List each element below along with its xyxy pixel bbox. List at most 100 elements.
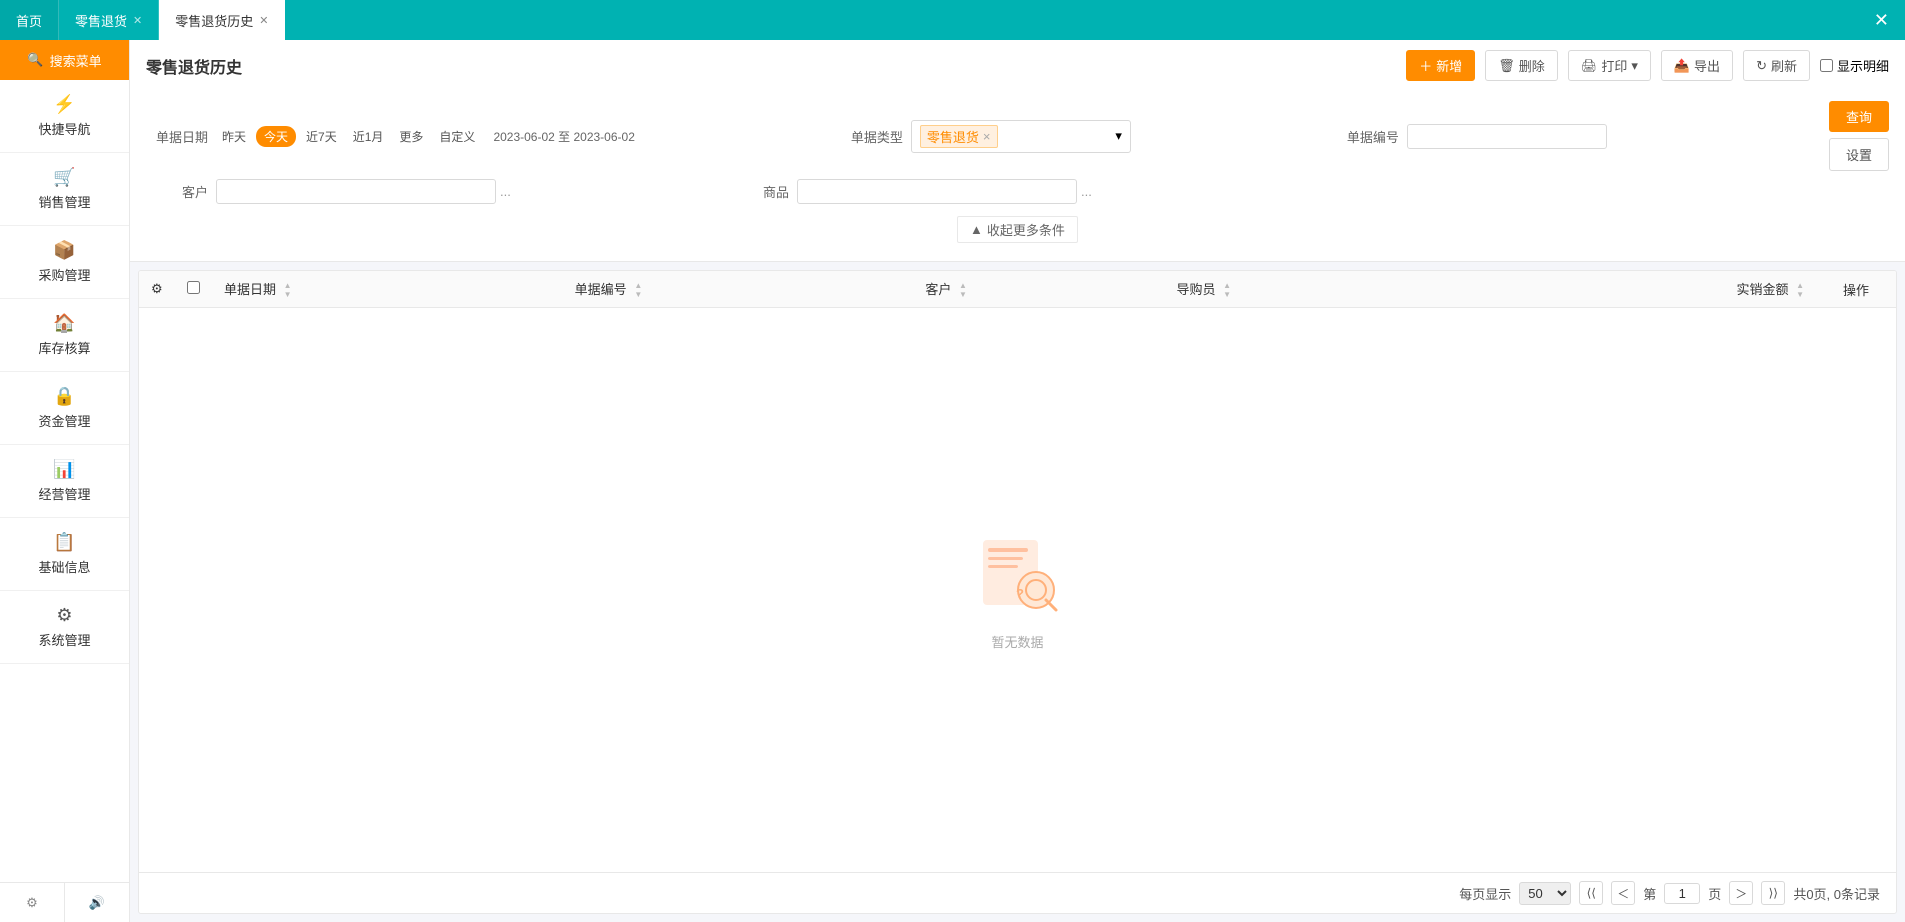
sort-number-icon[interactable]: ▲▼ (634, 282, 642, 299)
table-container: ⚙ 单据日期 ▲▼ (138, 270, 1897, 914)
delete-icon: 🗑 (1498, 58, 1515, 74)
date-today[interactable]: 今天 (256, 126, 296, 147)
sort-guide-icon[interactable]: ▲▼ (1223, 282, 1231, 299)
next-page-button[interactable]: ＞ (1729, 881, 1753, 905)
show-detail-checkbox-wrapper[interactable]: 显示明细 (1820, 56, 1889, 75)
sidebar-item-inventory[interactable]: 🏠 库存核算 (0, 299, 129, 372)
sidebar-search-label: 搜索菜单 (50, 51, 102, 70)
last-page-button[interactable]: ⟩⟩ (1761, 881, 1785, 905)
basic-info-icon: 📋 (53, 532, 75, 553)
th-date-label: 单据日期 (224, 282, 276, 297)
sidebar-item-system[interactable]: ⚙ 系统管理 (0, 591, 129, 664)
sort-customer-icon[interactable]: ▲▼ (959, 282, 967, 299)
tab-retail-return-label: 零售退货 (75, 11, 127, 30)
th-number-label: 单据编号 (575, 282, 627, 297)
collapse-bar: ▲ 收起更多条件 (146, 212, 1889, 251)
tab-retail-return-history-close[interactable]: ✕ (259, 14, 268, 27)
sidebar-sound-button[interactable]: 🔊 (65, 883, 129, 922)
date-yesterday[interactable]: 昨天 (216, 126, 252, 147)
number-label: 单据编号 (1337, 127, 1407, 146)
sidebar-item-basic-info[interactable]: 📋 基础信息 (0, 518, 129, 591)
query-button[interactable]: 查询 (1829, 101, 1889, 132)
tab-retail-return-history[interactable]: 零售退货历史 ✕ (159, 0, 285, 40)
tab-home[interactable]: 首页 (0, 0, 59, 40)
th-date: 单据日期 ▲▼ (212, 271, 563, 308)
th-settings: ⚙ (139, 271, 175, 308)
sort-amount-icon[interactable]: ▲▼ (1796, 282, 1804, 299)
collapse-icon: ▲ (970, 222, 983, 237)
filter-row-date: 单据日期 昨天 今天 近7天 近1月 更多 自定义 2023-06-02 至 2… (146, 101, 1889, 171)
filter-settings-button[interactable]: 设置 (1829, 138, 1889, 171)
settings-icon: ⚙ (26, 895, 38, 911)
inventory-icon: 🏠 (53, 313, 75, 334)
sidebar-item-finance[interactable]: 🔒 资金管理 (0, 372, 129, 445)
collapse-button[interactable]: ▲ 收起更多条件 (957, 216, 1078, 243)
page-title: 零售退货历史 (146, 54, 242, 78)
type-tag-close[interactable]: × (983, 129, 991, 144)
print-label: 打印 (1601, 56, 1627, 75)
sidebar-settings-button[interactable]: ⚙ (0, 883, 65, 922)
content-area: 零售退货历史 ＋ 新增 🗑 删除 🖨 打印 ▾ (130, 40, 1905, 922)
finance-icon: 🔒 (53, 386, 75, 407)
date-1month[interactable]: 近1月 (347, 126, 390, 147)
date-custom[interactable]: 自定义 (433, 126, 481, 147)
page-size-select[interactable]: 50 100 200 (1519, 882, 1571, 905)
empty-state: ? 暂无数据 (139, 308, 1896, 872)
number-input[interactable] (1407, 124, 1607, 149)
refresh-icon: ↻ (1756, 58, 1767, 74)
page-label-pre: 第 (1643, 884, 1656, 903)
sidebar-item-purchase-label: 采购管理 (38, 265, 90, 284)
show-detail-checkbox[interactable] (1820, 59, 1833, 72)
date-7days[interactable]: 近7天 (300, 126, 343, 147)
operations-icon: 📊 (53, 459, 75, 480)
tab-retail-return[interactable]: 零售退货 ✕ (59, 0, 159, 40)
sidebar-item-quick-nav[interactable]: ⚡ 快捷导航 (0, 80, 129, 153)
sound-icon: 🔊 (89, 895, 105, 911)
sidebar-item-finance-label: 资金管理 (38, 411, 90, 430)
window-close-button[interactable]: ✕ (1858, 10, 1905, 31)
page-title-row: 零售退货历史 ＋ 新增 🗑 删除 🖨 打印 ▾ (146, 50, 1889, 81)
sales-icon: 🛒 (53, 167, 75, 188)
goods-label: 商品 (727, 182, 797, 201)
type-label: 单据类型 (841, 127, 911, 146)
tab-retail-return-close[interactable]: ✕ (133, 14, 142, 27)
empty-state-icon: ? (968, 530, 1068, 620)
type-selector-arrow: ▾ (1115, 128, 1122, 144)
sidebar-search[interactable]: 🔍 搜索菜单 (0, 40, 129, 80)
print-icon: 🖨 (1581, 58, 1598, 74)
date-options: 昨天 今天 近7天 近1月 更多 自定义 2023-06-02 至 2023-0… (216, 126, 635, 147)
refresh-button[interactable]: ↻ 刷新 (1743, 50, 1810, 81)
export-button[interactable]: 📤 导出 (1661, 50, 1733, 81)
table-header: ⚙ 单据日期 ▲▼ (139, 271, 1896, 308)
date-more[interactable]: 更多 (393, 126, 429, 147)
pagination-bar: 每页显示 50 100 200 ⟨⟨ ＜ 第 页 ＞ ⟩⟩ 共0页, 0条记录 (139, 872, 1896, 913)
customer-input[interactable] (216, 179, 496, 204)
sidebar-item-sales-label: 销售管理 (38, 192, 90, 211)
first-page-button[interactable]: ⟨⟨ (1579, 881, 1603, 905)
add-button[interactable]: ＋ 新增 (1406, 50, 1475, 81)
select-all-checkbox[interactable] (187, 281, 200, 294)
goods-input[interactable] (797, 179, 1077, 204)
sidebar-bottom: ⚙ 🔊 (0, 882, 129, 922)
page-label-post: 页 (1708, 884, 1721, 903)
th-amount-label: 实销金额 (1736, 282, 1788, 297)
sort-date-icon[interactable]: ▲▼ (284, 282, 292, 299)
sidebar-item-purchase[interactable]: 📦 采购管理 (0, 226, 129, 299)
quick-nav-icon: ⚡ (53, 94, 75, 115)
sidebar-item-quick-nav-label: 快捷导航 (38, 119, 90, 138)
print-arrow: ▾ (1631, 58, 1638, 74)
sidebar: 🔍 搜索菜单 ⚡ 快捷导航 🛒 销售管理 📦 采购管理 🏠 库存核算 🔒 资金管… (0, 40, 130, 922)
sidebar-item-sales[interactable]: 🛒 销售管理 (0, 153, 129, 226)
sidebar-item-operations[interactable]: 📊 经营管理 (0, 445, 129, 518)
header-row: ⚙ 单据日期 ▲▼ (139, 271, 1896, 308)
type-selector[interactable]: 零售退货 × ▾ (911, 120, 1131, 153)
page-input[interactable] (1664, 883, 1700, 904)
th-checkbox (175, 271, 212, 308)
delete-button[interactable]: 🗑 删除 (1485, 50, 1558, 81)
sidebar-item-operations-label: 经营管理 (38, 484, 90, 503)
th-actions-label: 操作 (1843, 283, 1869, 298)
page-actions: ＋ 新增 🗑 删除 🖨 打印 ▾ 📤 导出 (1406, 50, 1889, 81)
table-gear-icon[interactable]: ⚙ (151, 281, 163, 296)
prev-page-button[interactable]: ＜ (1611, 881, 1635, 905)
print-button[interactable]: 🖨 打印 ▾ (1568, 50, 1651, 81)
